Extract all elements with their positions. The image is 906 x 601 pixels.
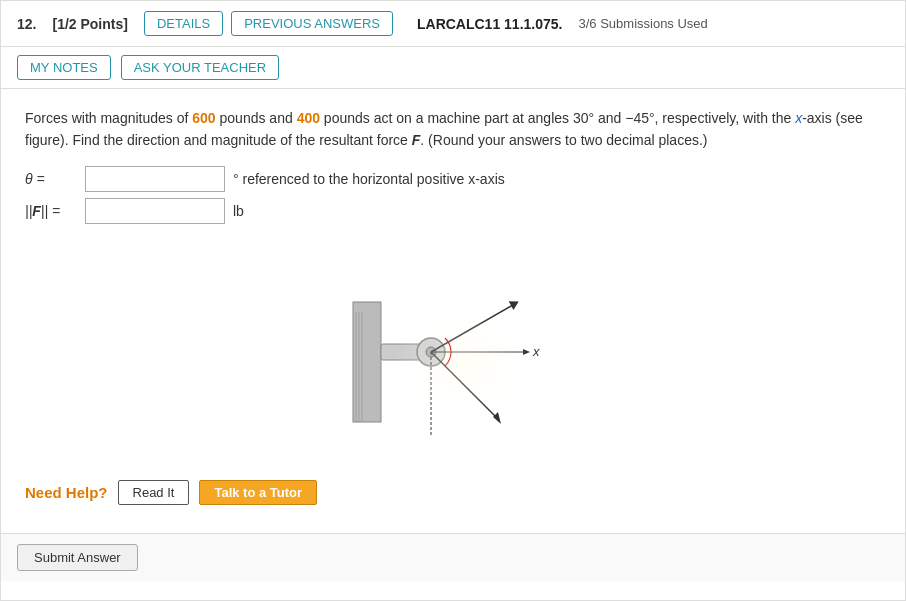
theta-unit: ° referenced to the horizontal positive … bbox=[233, 171, 505, 187]
top-bar: 12. [1/2 Points] DETAILS PREVIOUS ANSWER… bbox=[1, 1, 905, 47]
submissions-used: 3/6 Submissions Used bbox=[578, 16, 707, 31]
figure-container: x bbox=[25, 242, 881, 462]
svg-marker-14 bbox=[493, 412, 501, 424]
svg-rect-0 bbox=[353, 302, 381, 422]
need-help-label: Need Help? bbox=[25, 484, 108, 501]
figure-svg: x bbox=[323, 242, 583, 462]
ask-teacher-button[interactable]: ASK YOUR TEACHER bbox=[121, 55, 279, 80]
need-help-row: Need Help? Read It Talk to a Tutor bbox=[25, 480, 881, 505]
force-label: ||F|| = bbox=[25, 203, 85, 219]
my-notes-button[interactable]: MY NOTES bbox=[17, 55, 111, 80]
points-label: [1/2 Points] bbox=[52, 16, 127, 32]
value-600: 600 bbox=[192, 110, 215, 126]
submit-answer-button[interactable]: Submit Answer bbox=[17, 544, 138, 571]
talk-to-tutor-button[interactable]: Talk to a Tutor bbox=[199, 480, 317, 505]
secondary-bar: MY NOTES ASK YOUR TEACHER bbox=[1, 47, 905, 89]
svg-marker-12 bbox=[509, 300, 520, 310]
question-number: 12. bbox=[17, 16, 36, 32]
svg-point-15 bbox=[393, 307, 533, 417]
svg-text:x: x bbox=[532, 344, 540, 359]
problem-text-part1: Forces with magnitudes of bbox=[25, 110, 192, 126]
force-input-row: ||F|| = lb bbox=[25, 198, 881, 224]
problem-text: Forces with magnitudes of 600 pounds and… bbox=[25, 107, 881, 152]
submit-bar: Submit Answer bbox=[1, 533, 905, 581]
page-container: 12. [1/2 Points] DETAILS PREVIOUS ANSWER… bbox=[0, 0, 906, 601]
force-input[interactable] bbox=[85, 198, 225, 224]
read-it-button[interactable]: Read It bbox=[118, 480, 190, 505]
force-unit: lb bbox=[233, 203, 244, 219]
content-area: Forces with magnitudes of 600 pounds and… bbox=[1, 89, 905, 533]
previous-answers-button[interactable]: PREVIOUS ANSWERS bbox=[231, 11, 393, 36]
value-400: 400 bbox=[297, 110, 320, 126]
problem-text-part2: pounds and bbox=[216, 110, 297, 126]
theta-label: θ = bbox=[25, 171, 85, 187]
problem-text-part3: pounds act on a machine part at angles 3… bbox=[320, 110, 795, 126]
problem-text-part5: . (Round your answers to two decimal pla… bbox=[420, 132, 707, 148]
details-button[interactable]: DETAILS bbox=[144, 11, 223, 36]
course-reference: LARCALC11 11.1.075. bbox=[417, 16, 563, 32]
theta-input-row: θ = ° referenced to the horizontal posit… bbox=[25, 166, 881, 192]
theta-input[interactable] bbox=[85, 166, 225, 192]
